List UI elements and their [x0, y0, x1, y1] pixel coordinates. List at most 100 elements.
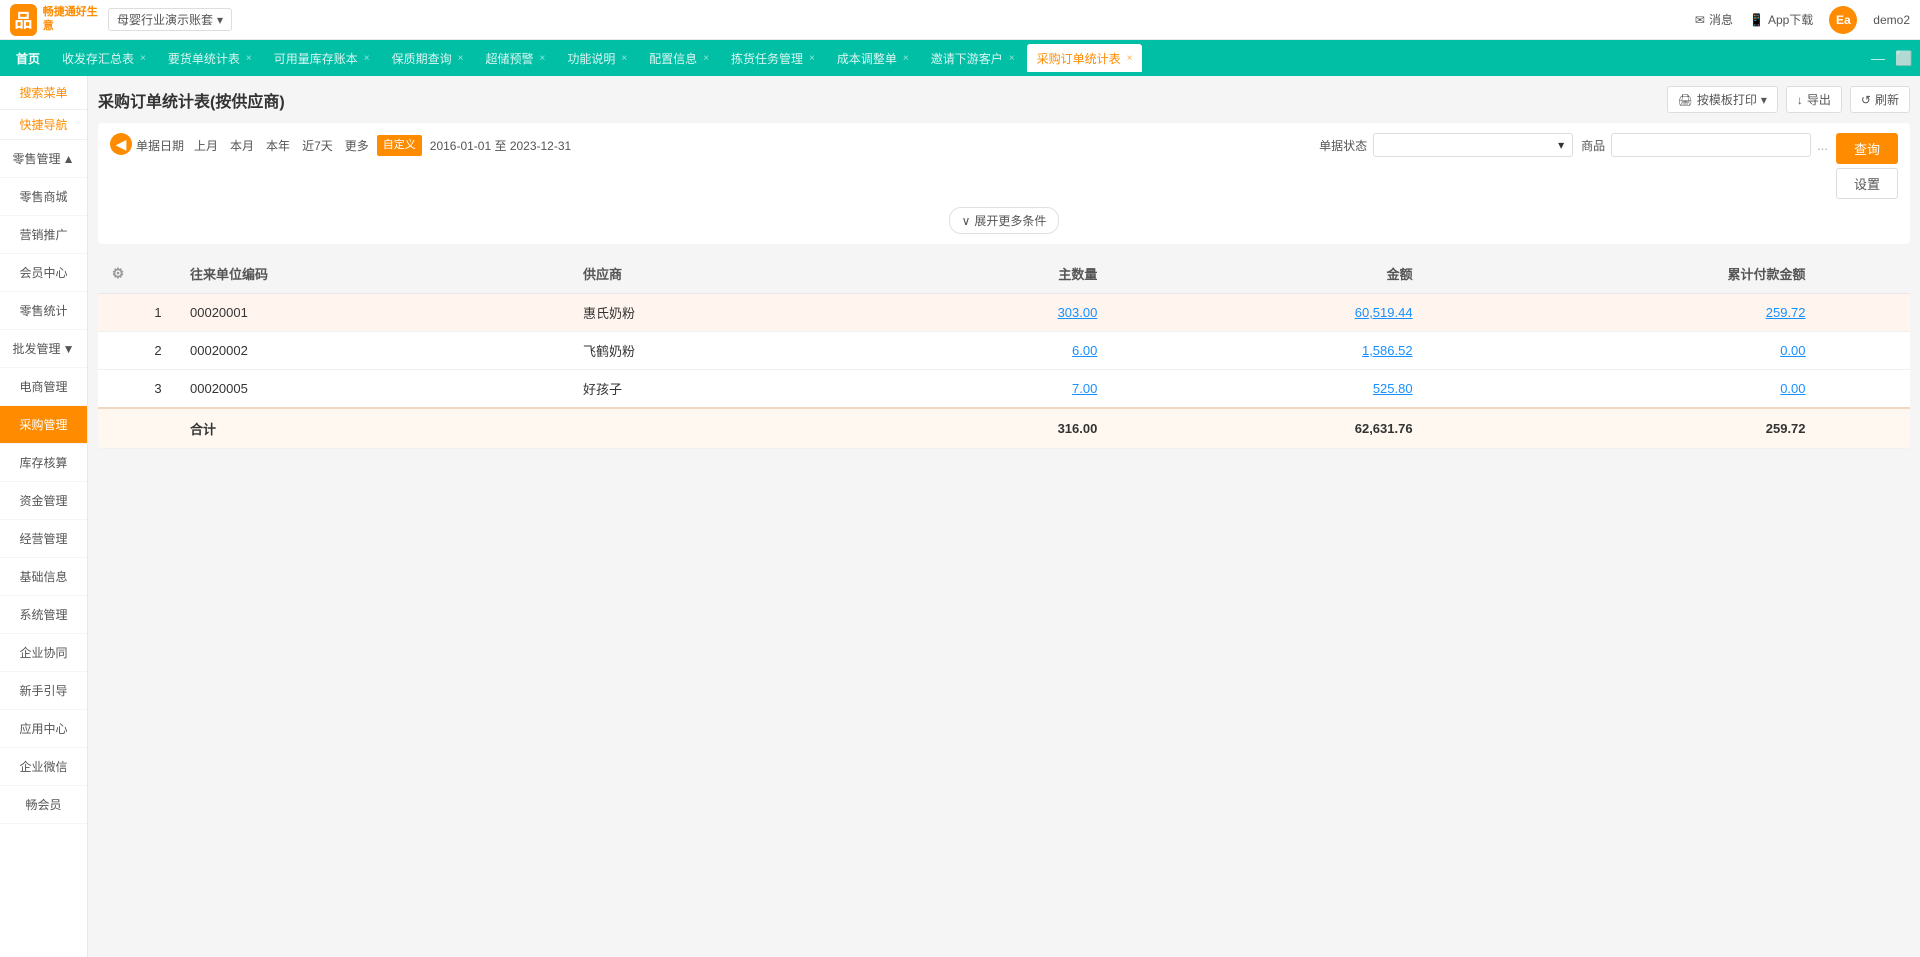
tab-6[interactable]: 功能说明 ×	[557, 44, 637, 72]
close-icon[interactable]: ×	[140, 53, 146, 64]
paid-link[interactable]: 0.00	[1780, 343, 1805, 358]
tab-11[interactable]: 采购订单统计表 ×	[1027, 44, 1143, 72]
sidebar-item-retail-mgmt[interactable]: 零售管理 ▲	[0, 140, 87, 178]
content-area: 采购订单统计表(按供应商) 🖨 按模板打印 ▾ ↓ 导出 ↺ 刷新	[88, 76, 1920, 957]
qty-link[interactable]: 303.00	[1058, 305, 1098, 320]
qty-link[interactable]: 6.00	[1072, 343, 1097, 358]
sidebar-item-operations[interactable]: 经营管理	[0, 520, 87, 558]
date-filter: 单据日期 上月 本月 本年 近7天 更多 自定义	[136, 135, 422, 156]
sidebar-item-ecommerce[interactable]: 电商管理	[0, 368, 87, 406]
cell-qty: 303.00	[864, 294, 1110, 332]
right-filters: 单据状态 ▾ 商品 ...	[1319, 133, 1828, 157]
sidebar-item-apps[interactable]: 应用中心	[0, 710, 87, 748]
tab-10[interactable]: 邀请下游客户 ×	[921, 44, 1025, 72]
tab-1[interactable]: 收发存汇总表 ×	[52, 44, 156, 72]
footer-empty-1	[98, 408, 138, 449]
print-button[interactable]: 🖨 按模板打印 ▾	[1667, 86, 1778, 113]
sidebar-item-enterprise[interactable]: 企业协同	[0, 634, 87, 672]
sidebar-search[interactable]: 搜索菜单	[0, 76, 87, 110]
sidebar-item-inventory[interactable]: 库存核算	[0, 444, 87, 482]
amount-link[interactable]: 60,519.44	[1355, 305, 1413, 320]
close-icon[interactable]: ×	[703, 53, 709, 64]
sidebar-item-retail-stats[interactable]: 零售统计	[0, 292, 87, 330]
chevron-down-icon: ▾	[1558, 138, 1564, 152]
sidebar-item-retail-shop[interactable]: 零售商城	[0, 178, 87, 216]
date-btn-7days[interactable]: 近7天	[298, 135, 337, 156]
sidebar-item-member[interactable]: 会员中心	[0, 254, 87, 292]
date-custom-tag[interactable]: 自定义	[377, 135, 422, 156]
sidebar-item-wechat[interactable]: 企业微信	[0, 748, 87, 786]
close-icon[interactable]: ×	[539, 53, 545, 64]
date-btn-this-year[interactable]: 本年	[262, 135, 294, 156]
close-icon[interactable]: ×	[458, 53, 464, 64]
username-label[interactable]: demo2	[1873, 13, 1910, 27]
close-icon[interactable]: ×	[364, 53, 370, 64]
table-row: 3 00020005 好孩子 7.00 525.80 0.00	[98, 370, 1910, 409]
logo-text: 畅捷通好生意	[43, 6, 98, 32]
close-icon[interactable]: ×	[621, 53, 627, 64]
window-controls: — ⬜	[1868, 48, 1914, 68]
sidebar-item-system[interactable]: 系统管理	[0, 596, 87, 634]
tab-2[interactable]: 要货单统计表 ×	[158, 44, 262, 72]
amount-link[interactable]: 525.80	[1373, 381, 1413, 396]
message-button[interactable]: ✉ 消息	[1695, 11, 1733, 28]
tab-7[interactable]: 配置信息 ×	[639, 44, 719, 72]
close-icon[interactable]: ×	[1127, 53, 1133, 64]
tab-9[interactable]: 成本调整单 ×	[827, 44, 919, 72]
tab-3[interactable]: 可用量库存账本 ×	[264, 44, 380, 72]
more-options-icon[interactable]: ...	[1817, 138, 1828, 153]
sidebar-item-marketing[interactable]: 营销推广	[0, 216, 87, 254]
close-icon[interactable]: ×	[246, 53, 252, 64]
goods-input[interactable]	[1611, 133, 1811, 157]
page-title-row: 采购订单统计表(按供应商) 🖨 按模板打印 ▾ ↓ 导出 ↺ 刷新	[98, 86, 1910, 113]
sidebar-item-member2[interactable]: 畅会员	[0, 786, 87, 824]
settings-icon[interactable]: ⚙	[112, 265, 125, 281]
col-amount: 金额	[1109, 254, 1424, 294]
cell-code: 00020001	[178, 294, 571, 332]
breadcrumb-select[interactable]: 母婴行业演示账套 ▾	[108, 8, 232, 31]
collapse-icon[interactable]: ◀	[110, 133, 132, 155]
cell-qty: 7.00	[864, 370, 1110, 409]
date-btn-this-month[interactable]: 本月	[226, 135, 258, 156]
status-select[interactable]: ▾	[1373, 133, 1573, 157]
tab-8[interactable]: 拣货任务管理 ×	[721, 44, 825, 72]
expand-conditions-button[interactable]: ∨ 展开更多条件	[949, 207, 1060, 234]
sidebar-item-wholesale-mgmt[interactable]: 批发管理 ▼	[0, 330, 87, 368]
col-extra	[1818, 254, 1910, 294]
paid-link[interactable]: 0.00	[1780, 381, 1805, 396]
refresh-icon: ↺	[1861, 93, 1871, 107]
close-icon[interactable]: ×	[903, 53, 909, 64]
filter-more-row: ∨ 展开更多条件	[110, 207, 1898, 234]
sidebar-item-finance[interactable]: 资金管理	[0, 482, 87, 520]
close-icon[interactable]: ×	[809, 53, 815, 64]
sidebar-item-guide[interactable]: 新手引导	[0, 672, 87, 710]
tab-4[interactable]: 保质期查询 ×	[382, 44, 474, 72]
maximize-button[interactable]: ⬜	[1894, 48, 1914, 68]
paid-link[interactable]: 259.72	[1766, 305, 1806, 320]
table-footer: 合计 316.00 62,631.76 259.72	[98, 408, 1910, 449]
settings-button[interactable]: 设置	[1836, 168, 1898, 199]
refresh-button[interactable]: ↺ 刷新	[1850, 86, 1910, 113]
date-btn-more[interactable]: 更多	[341, 135, 373, 156]
amount-link[interactable]: 1,586.52	[1362, 343, 1413, 358]
query-buttons: 查询 设置	[1836, 133, 1898, 199]
avatar[interactable]: Ea	[1829, 6, 1857, 34]
footer-row: 合计 316.00 62,631.76 259.72	[98, 408, 1910, 449]
close-icon[interactable]: ×	[1009, 53, 1015, 64]
sidebar-quick-nav[interactable]: 快捷导航	[0, 110, 87, 140]
sidebar-item-purchase-mgmt[interactable]: 采购管理	[0, 406, 87, 444]
export-button[interactable]: ↓ 导出	[1786, 86, 1842, 113]
qty-link[interactable]: 7.00	[1072, 381, 1097, 396]
page-title-actions: 🖨 按模板打印 ▾ ↓ 导出 ↺ 刷新	[1667, 86, 1910, 113]
date-btn-prev-month[interactable]: 上月	[190, 135, 222, 156]
date-range-display: 2016-01-01 至 2023-12-31	[430, 137, 571, 154]
col-index	[138, 254, 178, 294]
app-download-button[interactable]: 📱 App下载	[1749, 11, 1813, 28]
filter-toggle-btn[interactable]: ◀	[110, 133, 136, 155]
tab-home[interactable]: 首页	[6, 44, 50, 72]
tab-5[interactable]: 超储预警 ×	[475, 44, 555, 72]
sidebar-item-basics[interactable]: 基础信息	[0, 558, 87, 596]
date-label: 单据日期	[136, 137, 184, 154]
minimize-button[interactable]: —	[1868, 48, 1888, 68]
query-button[interactable]: 查询	[1836, 133, 1898, 164]
